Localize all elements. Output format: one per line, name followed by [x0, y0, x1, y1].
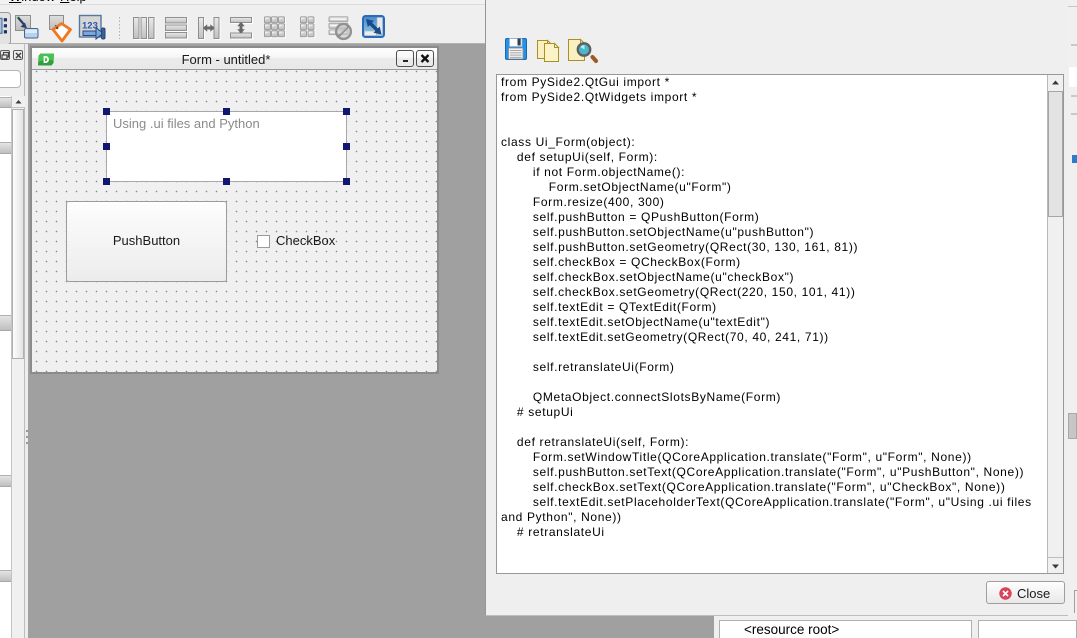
svg-text:123: 123	[82, 21, 98, 32]
